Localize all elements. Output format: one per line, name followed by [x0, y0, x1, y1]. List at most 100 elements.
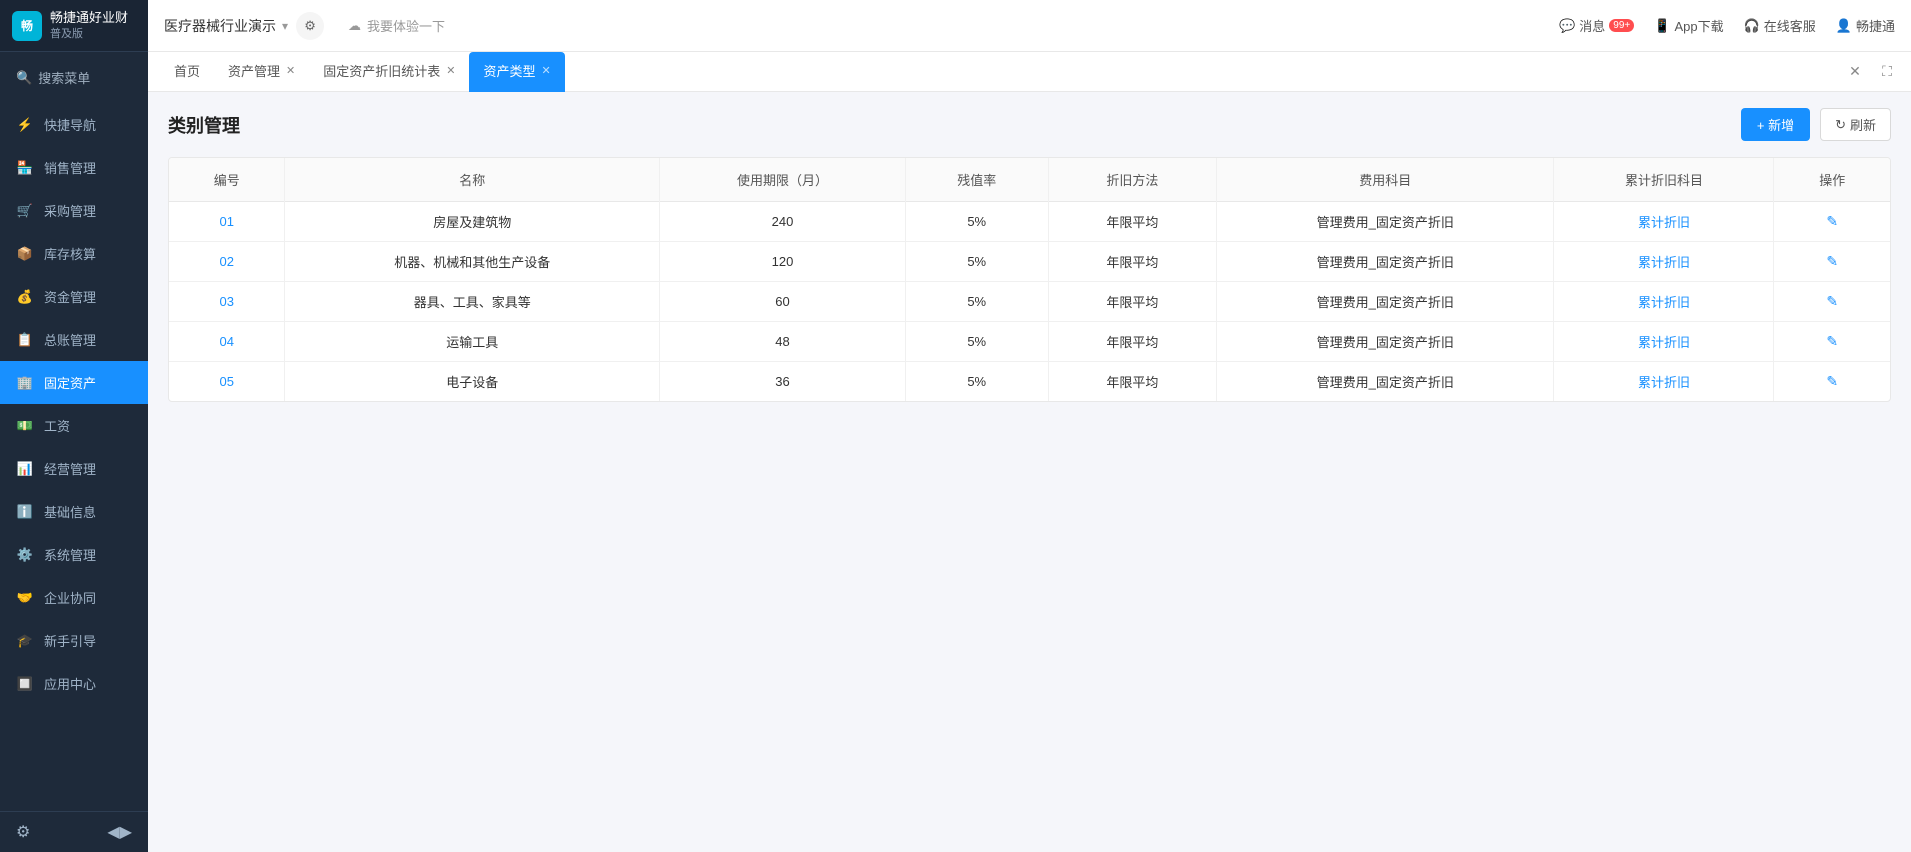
new-button[interactable]: + 新增 — [1741, 108, 1810, 141]
sidebar-item-basic-info[interactable]: ℹ️ 基础信息 — [0, 490, 148, 533]
payroll-icon: 💵 — [16, 417, 34, 435]
user-avatar-icon: 👤 — [1836, 18, 1852, 34]
try-button[interactable]: ☁ 我要体验一下 — [348, 16, 445, 35]
enterprise-icon: 🤝 — [16, 589, 34, 607]
app-logo-icon: 畅 — [12, 11, 42, 41]
cell-period: 60 — [660, 282, 906, 322]
app-download-button[interactable]: 📱 App下载 — [1654, 16, 1723, 35]
cell-expense-subject: 管理费用_固定资产折旧 — [1217, 362, 1554, 402]
cell-expense-subject: 管理费用_固定资产折旧 — [1217, 282, 1554, 322]
cell-name: 机器、机械和其他生产设备 — [285, 242, 660, 282]
tab-close-asset-mgmt[interactable]: ✕ — [286, 64, 295, 77]
table-row: 01 房屋及建筑物 240 5% 年限平均 管理费用_固定资产折旧 累计折旧 ✎ — [169, 202, 1890, 242]
table-row: 05 电子设备 36 5% 年限平均 管理费用_固定资产折旧 累计折旧 ✎ — [169, 362, 1890, 402]
cell-action[interactable]: ✎ — [1774, 202, 1890, 242]
sidebar-item-inventory[interactable]: 📦 库存核算 — [0, 232, 148, 275]
col-header-residual: 残值率 — [905, 158, 1048, 202]
cell-accumulated-subject: 累计折旧 — [1554, 362, 1774, 402]
cell-residual-rate: 5% — [905, 282, 1048, 322]
data-table: 编号 名称 使用期限（月） 残值率 折旧方法 费用科目 累计折旧科目 操作 01… — [168, 157, 1891, 402]
cell-accumulated-subject: 累计折旧 — [1554, 282, 1774, 322]
cell-depreciation-method: 年限平均 — [1048, 202, 1216, 242]
message-button[interactable]: 💬 消息 99+ — [1559, 16, 1634, 35]
close-window-button[interactable]: ✕ — [1843, 60, 1867, 84]
sidebar-item-guide[interactable]: 🎓 新手引导 — [0, 619, 148, 662]
table-row: 03 器具、工具、家具等 60 5% 年限平均 管理费用_固定资产折旧 累计折旧… — [169, 282, 1890, 322]
tab-depreciation-table[interactable]: 固定资产折旧统计表 ✕ — [309, 52, 469, 92]
cell-depreciation-method: 年限平均 — [1048, 362, 1216, 402]
cell-residual-rate: 5% — [905, 322, 1048, 362]
tab-close-asset-type[interactable]: ✕ — [542, 64, 551, 77]
search-icon: 🔍 — [16, 70, 32, 86]
sidebar-item-sales[interactable]: 🏪 销售管理 — [0, 146, 148, 189]
cell-depreciation-method: 年限平均 — [1048, 242, 1216, 282]
cell-name: 运输工具 — [285, 322, 660, 362]
sidebar-logo: 畅 畅捷通好业财 普及版 — [0, 0, 148, 52]
cell-residual-rate: 5% — [905, 242, 1048, 282]
table-header-row: 编号 名称 使用期限（月） 残值率 折旧方法 费用科目 累计折旧科目 操作 — [169, 158, 1890, 202]
cell-accumulated-subject: 累计折旧 — [1554, 322, 1774, 362]
col-header-id: 编号 — [169, 158, 285, 202]
cell-action[interactable]: ✎ — [1774, 362, 1890, 402]
cell-expense-subject: 管理费用_固定资产折旧 — [1217, 322, 1554, 362]
sidebar-item-fixed-assets[interactable]: 🏢 固定资产 — [0, 361, 148, 404]
refresh-button[interactable]: ↻ 刷新 — [1820, 108, 1891, 141]
sidebar-item-quick-nav[interactable]: ⚡ 快捷导航 — [0, 103, 148, 146]
col-header-action: 操作 — [1774, 158, 1890, 202]
basic-info-icon: ℹ️ — [16, 503, 34, 521]
mobile-icon: 📱 — [1654, 18, 1670, 34]
system-icon: ⚙️ — [16, 546, 34, 564]
col-header-expense: 费用科目 — [1217, 158, 1554, 202]
sidebar-item-ledger[interactable]: 📋 总账管理 — [0, 318, 148, 361]
customer-service-button[interactable]: 🎧 在线客服 — [1744, 16, 1816, 35]
page-header: 类别管理 + 新增 ↻ 刷新 — [168, 108, 1891, 141]
tab-close-depreciation-table[interactable]: ✕ — [446, 64, 455, 77]
table-row: 02 机器、机械和其他生产设备 120 5% 年限平均 管理费用_固定资产折旧 … — [169, 242, 1890, 282]
col-header-name: 名称 — [285, 158, 660, 202]
company-chevron-icon: ▾ — [282, 19, 288, 33]
cell-accumulated-subject: 累计折旧 — [1554, 202, 1774, 242]
gear-icon: ⚙ — [304, 18, 316, 34]
sidebar-item-enterprise[interactable]: 🤝 企业协同 — [0, 576, 148, 619]
sidebar-item-app-center[interactable]: 🔲 应用中心 — [0, 662, 148, 705]
sidebar-nav: ⚡ 快捷导航 🏪 销售管理 🛒 采购管理 📦 库存核算 💰 资金管理 📋 总账管… — [0, 103, 148, 811]
edit-icon[interactable]: ✎ — [1826, 333, 1838, 349]
sidebar-item-capital[interactable]: 💰 资金管理 — [0, 275, 148, 318]
sidebar-search-area: 🔍 搜索菜单 — [0, 52, 148, 103]
user-menu-button[interactable]: 👤 畅捷通 — [1836, 16, 1895, 35]
company-name: 医疗器械行业演示 — [164, 16, 276, 36]
cell-id: 02 — [169, 242, 285, 282]
edit-icon[interactable]: ✎ — [1826, 213, 1838, 229]
capital-icon: 💰 — [16, 288, 34, 306]
company-selector[interactable]: 医疗器械行业演示 ▾ — [164, 16, 288, 36]
cell-accumulated-subject: 累计折旧 — [1554, 242, 1774, 282]
tab-asset-mgmt[interactable]: 资产管理 ✕ — [214, 52, 309, 92]
cell-action[interactable]: ✎ — [1774, 242, 1890, 282]
table-row: 04 运输工具 48 5% 年限平均 管理费用_固定资产折旧 累计折旧 ✎ — [169, 322, 1890, 362]
tab-asset-type[interactable]: 资产类型 ✕ — [469, 52, 564, 92]
cell-action[interactable]: ✎ — [1774, 282, 1890, 322]
topbar-settings-button[interactable]: ⚙ — [296, 12, 324, 40]
cell-depreciation-method: 年限平均 — [1048, 322, 1216, 362]
sidebar-item-operations[interactable]: 📊 经营管理 — [0, 447, 148, 490]
app-center-icon: 🔲 — [16, 675, 34, 693]
sidebar-bottom: ⚙ ◀▶ — [0, 811, 148, 852]
sidebar-item-purchase[interactable]: 🛒 采购管理 — [0, 189, 148, 232]
settings-gear-icon[interactable]: ⚙ — [16, 822, 30, 842]
collapse-sidebar-icon[interactable]: ◀▶ — [107, 822, 132, 842]
cell-action[interactable]: ✎ — [1774, 322, 1890, 362]
cell-depreciation-method: 年限平均 — [1048, 282, 1216, 322]
edit-icon[interactable]: ✎ — [1826, 373, 1838, 389]
topbar-left: 医疗器械行业演示 ▾ ⚙ ☁ 我要体验一下 — [164, 12, 1559, 40]
sidebar-item-system[interactable]: ⚙️ 系统管理 — [0, 533, 148, 576]
edit-icon[interactable]: ✎ — [1826, 293, 1838, 309]
quick-nav-icon: ⚡ — [16, 116, 34, 134]
maximize-window-button[interactable]: ⛶ — [1875, 60, 1899, 84]
sidebar-item-payroll[interactable]: 💵 工资 — [0, 404, 148, 447]
search-menu-button[interactable]: 🔍 搜索菜单 — [8, 62, 140, 93]
sidebar: 畅 畅捷通好业财 普及版 🔍 搜索菜单 ⚡ 快捷导航 🏪 销售管理 🛒 采购管理… — [0, 0, 148, 852]
edit-icon[interactable]: ✎ — [1826, 253, 1838, 269]
inventory-icon: 📦 — [16, 245, 34, 263]
col-header-method: 折旧方法 — [1048, 158, 1216, 202]
tab-home[interactable]: 首页 — [160, 52, 214, 92]
